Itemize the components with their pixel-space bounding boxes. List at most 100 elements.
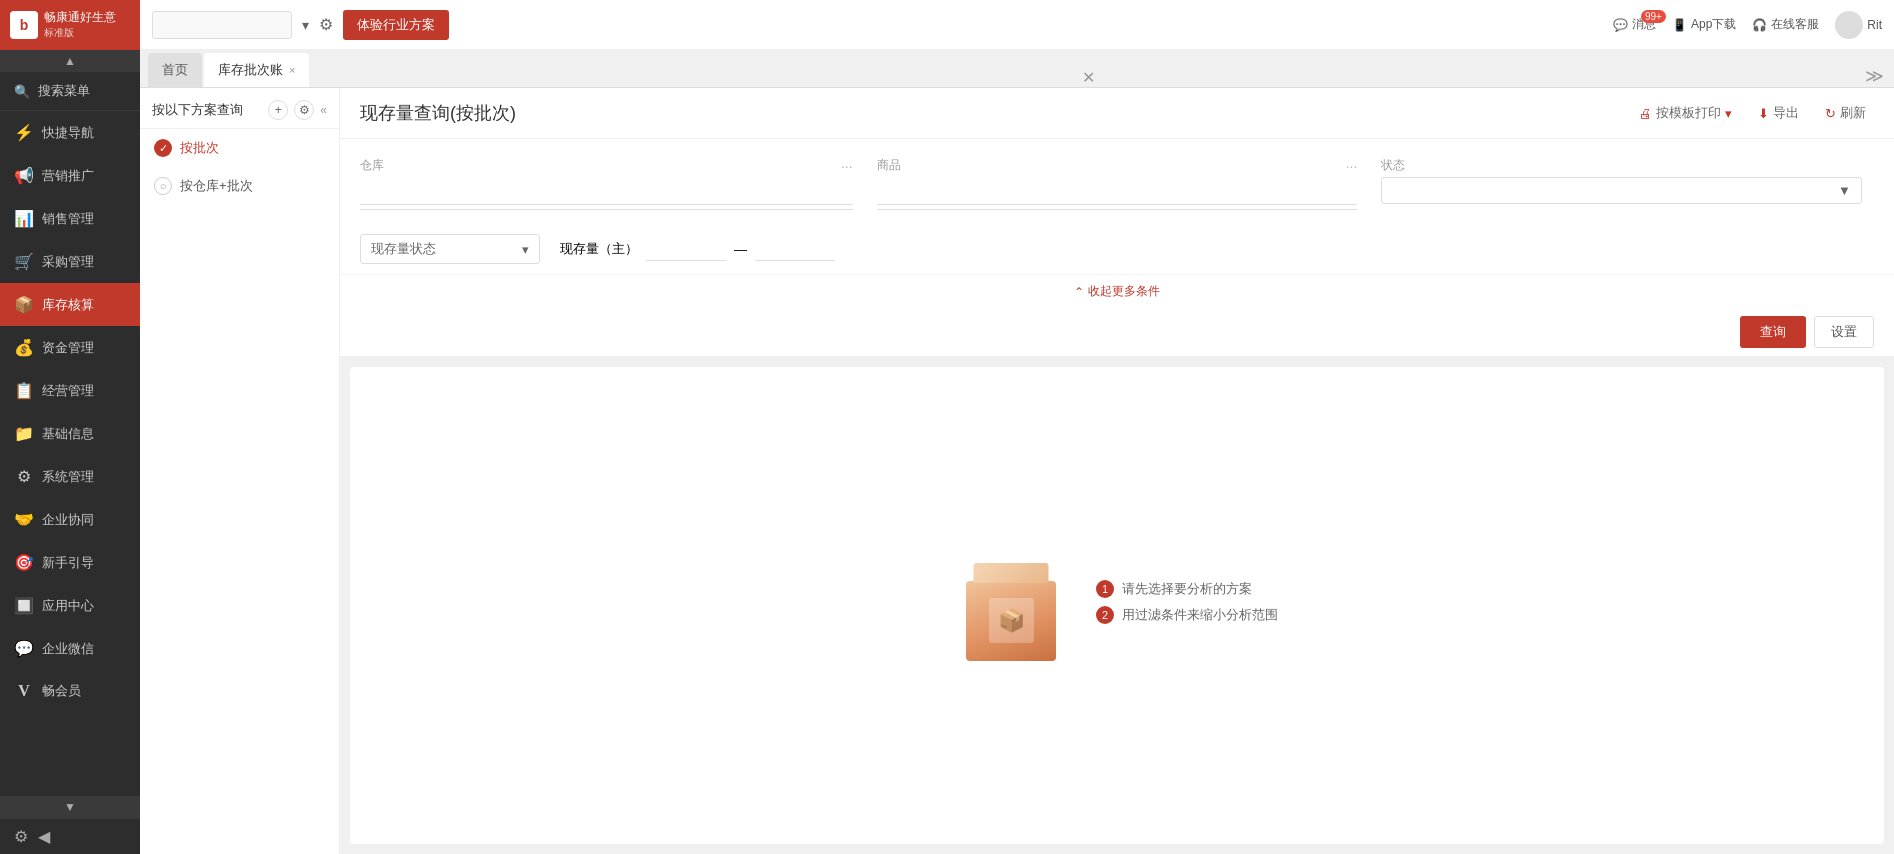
empty-step-2: 2 用过滤条件来缩小分析范围 (1096, 606, 1278, 624)
sidebar-bottom: ⚙ ◀ (0, 818, 140, 854)
sidebar-collapse-icon[interactable]: ◀ (38, 827, 50, 846)
message-badge: 99+ (1641, 10, 1666, 23)
product-label: 商品 (877, 157, 901, 174)
scheme-dot-active: ✓ (154, 139, 172, 157)
inventory-status-select[interactable]: 现存量状态 ▾ (360, 234, 540, 264)
sidebar-item-search[interactable]: 🔍 搜索菜单 (0, 72, 140, 111)
sidebar-item-label: 库存核算 (42, 296, 94, 314)
topbar-gear-icon[interactable]: ⚙ (319, 15, 333, 34)
scheme-settings-btn[interactable]: ⚙ (294, 100, 314, 120)
print-btn[interactable]: 🖨 按模板打印 ▾ (1631, 100, 1740, 126)
sidebar-item-enterprise[interactable]: 🤝 企业协同 (0, 498, 140, 541)
company-name: 畅康通好生意 (44, 10, 116, 26)
tab-close-icon[interactable]: × (289, 64, 295, 76)
sales-icon: 📊 (14, 209, 34, 228)
scheme-item-batch[interactable]: ✓ 按批次 (140, 129, 339, 167)
export-btn[interactable]: ⬇ 导出 (1750, 100, 1807, 126)
topbar-dropdown-icon[interactable]: ▾ (302, 17, 309, 33)
sidebar-item-label: 销售管理 (42, 210, 94, 228)
warehouse-input[interactable] (360, 181, 853, 205)
sidebar-item-marketing[interactable]: 📢 营销推广 (0, 154, 140, 197)
sidebar-item-label: 快捷导航 (42, 124, 94, 142)
sidebar-item-membership[interactable]: V 畅会员 (0, 670, 140, 712)
product-dots[interactable]: ··· (1346, 158, 1358, 174)
filter-warehouse: 仓库 ··· (360, 151, 865, 216)
add-scheme-btn[interactable]: + (268, 100, 288, 120)
warehouse-dots[interactable]: ··· (841, 158, 853, 174)
sidebar-item-shortcut[interactable]: ⚡ 快捷导航 (0, 111, 140, 154)
filter-row2: 现存量状态 ▾ 现存量（主） — (340, 228, 1894, 274)
experience-btn[interactable]: 体验行业方案 (343, 10, 449, 40)
left-panel-title: 按以下方案查询 (152, 101, 243, 119)
warehouse-label: 仓库 (360, 157, 384, 174)
marketing-icon: 📢 (14, 166, 34, 185)
sidebar-item-basic[interactable]: 📁 基础信息 (0, 412, 140, 455)
sidebar-header: b 畅康通好生意 标准版 (0, 0, 140, 50)
app-logo: b (10, 11, 38, 39)
collapse-more-label: 收起更多条件 (1088, 283, 1160, 300)
export-label: 导出 (1773, 104, 1799, 122)
scheme-item-warehouse-batch[interactable]: ○ 按仓库+批次 (140, 167, 339, 205)
inventory-qty-min[interactable] (646, 237, 726, 261)
query-button[interactable]: 查询 (1740, 316, 1806, 348)
panel-close-btn[interactable]: ≫ (1865, 65, 1894, 87)
scheme-item-label: 按批次 (180, 139, 219, 157)
product-input[interactable] (877, 181, 1358, 205)
empty-step1-label: 请先选择要分析的方案 (1122, 580, 1252, 598)
app-download-btn[interactable]: 📱 App下载 (1672, 16, 1736, 33)
sidebar-item-label: 系统管理 (42, 468, 94, 486)
tab-inventory-batch[interactable]: 库存批次账 × (204, 53, 309, 87)
inventory-qty-wrap: 现存量（主） — (560, 237, 835, 261)
sidebar-item-label: 营销推广 (42, 167, 94, 185)
sidebar-settings-icon[interactable]: ⚙ (14, 827, 28, 846)
collapse-more-btn[interactable]: ⌃ 收起更多条件 (340, 274, 1894, 308)
sidebar-item-system[interactable]: ⚙ 系统管理 (0, 455, 140, 498)
message-btn[interactable]: 💬 消息 99+ (1613, 16, 1656, 33)
collapse-more-icon: ⌃ (1074, 285, 1084, 299)
sidebar-item-finance[interactable]: 💰 资金管理 (0, 326, 140, 369)
sidebar-item-label: 新手引导 (42, 554, 94, 572)
collapse-panel-btn[interactable]: « (320, 103, 327, 117)
sidebar-item-purchase[interactable]: 🛒 采购管理 (0, 240, 140, 283)
export-icon: ⬇ (1758, 106, 1769, 121)
sidebar-scroll-up[interactable]: ▲ (0, 50, 140, 72)
filter-status: 状态 ▼ (1369, 151, 1874, 216)
topbar-search-input[interactable] (152, 11, 292, 39)
refresh-btn[interactable]: ↻ 刷新 (1817, 100, 1874, 126)
username-label: Rit (1867, 18, 1882, 32)
inventory-status-placeholder: 现存量状态 (371, 240, 436, 258)
tabbar: 首页 库存批次账 × ✕ ≫ (140, 50, 1894, 88)
message-icon: 💬 (1613, 18, 1628, 32)
online-service-label: 在线客服 (1771, 16, 1819, 33)
sidebar-nav: 🔍 搜索菜单 ⚡ 快捷导航 📢 营销推广 📊 销售管理 🛒 采购管理 📦 库存核… (0, 72, 140, 796)
online-service-btn[interactable]: 🎧 在线客服 (1752, 16, 1819, 33)
sidebar-item-operations[interactable]: 📋 经营管理 (0, 369, 140, 412)
sidebar-scroll-down[interactable]: ▼ (0, 796, 140, 818)
sidebar-item-wechat[interactable]: 💬 企业微信 (0, 627, 140, 670)
refresh-icon: ↻ (1825, 106, 1836, 121)
tab-home-label: 首页 (162, 61, 188, 79)
app-download-icon: 📱 (1672, 18, 1687, 32)
scheme-item-label: 按仓库+批次 (180, 177, 253, 195)
user-profile[interactable]: Rit (1835, 11, 1882, 39)
inventory-status-wrap: 现存量状态 ▾ (360, 234, 540, 264)
tabbar-close-right[interactable]: ✕ (1072, 68, 1105, 87)
left-panel: 按以下方案查询 + ⚙ « ✓ 按批次 ○ 按仓库+批次 (140, 88, 340, 854)
sidebar-item-appstore[interactable]: 🔲 应用中心 (0, 584, 140, 627)
sidebar-item-newuser[interactable]: 🎯 新手引导 (0, 541, 140, 584)
main-area: ▾ ⚙ 体验行业方案 💬 消息 99+ 📱 App下载 🎧 在线客服 Rit (140, 0, 1894, 854)
edition-label: 标准版 (44, 26, 116, 40)
status-label: 状态 (1381, 157, 1405, 174)
basic-icon: 📁 (14, 424, 34, 443)
inventory-qty-max[interactable] (755, 237, 835, 261)
refresh-label: 刷新 (1840, 104, 1866, 122)
filter-section: 仓库 ··· 商品 ··· (340, 139, 1894, 308)
tab-home[interactable]: 首页 (148, 53, 202, 87)
appstore-icon: 🔲 (14, 596, 34, 615)
status-select[interactable]: ▼ (1381, 177, 1862, 204)
print-label: 按模板打印 (1656, 104, 1721, 122)
headset-icon: 🎧 (1752, 18, 1767, 32)
sidebar-item-sales[interactable]: 📊 销售管理 (0, 197, 140, 240)
settings-button[interactable]: 设置 (1814, 316, 1874, 348)
sidebar-item-inventory[interactable]: 📦 库存核算 (0, 283, 140, 326)
